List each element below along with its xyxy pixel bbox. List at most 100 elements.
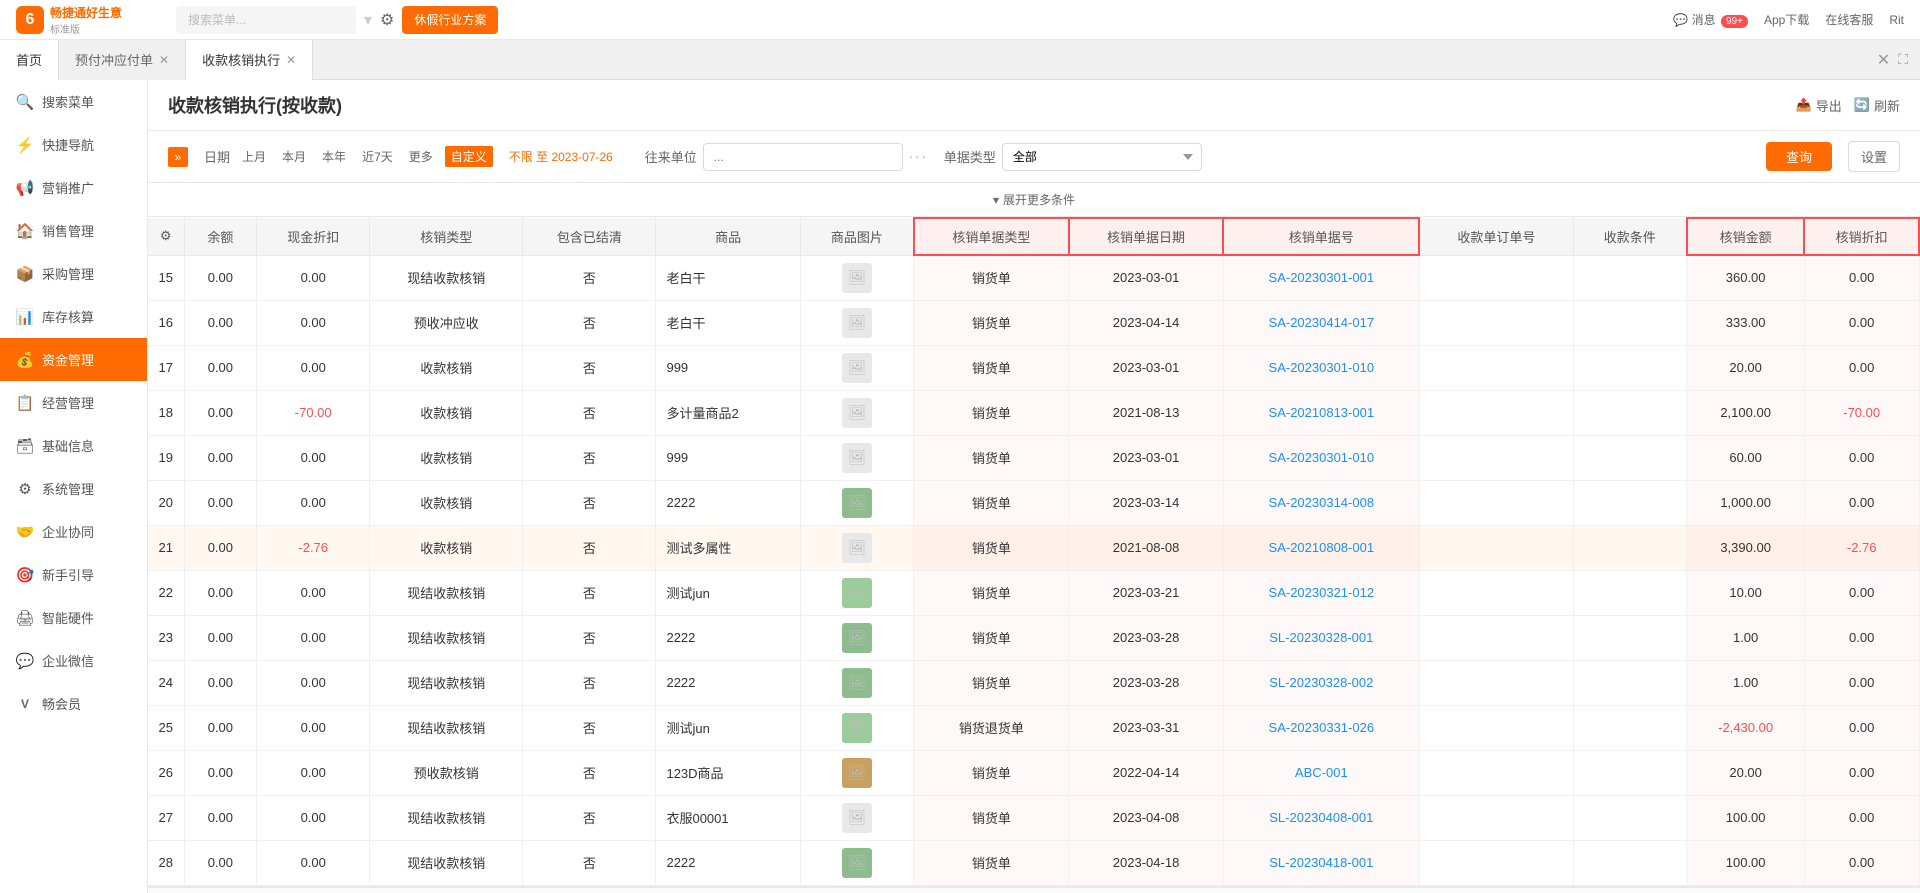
filter-settings-btn[interactable]: 设置: [1848, 141, 1900, 172]
date-btn-this-month[interactable]: 本月: [276, 146, 312, 167]
quicknav-icon: ⚡: [16, 136, 34, 154]
bill-no-link[interactable]: SA-20230301-010: [1269, 450, 1375, 465]
row-product: 2222: [656, 480, 800, 525]
marketing-icon: 📢: [16, 179, 34, 197]
purchase-icon: 📦: [16, 265, 34, 283]
refresh-btn[interactable]: 🔄 刷新: [1854, 96, 1900, 115]
sidebar-item-operations[interactable]: 📋 经营管理: [0, 381, 147, 424]
sidebar-item-member[interactable]: V 畅会员: [0, 682, 147, 725]
bill-no-link[interactable]: SA-20210808-001: [1269, 540, 1375, 555]
user-name[interactable]: Rit: [1889, 13, 1904, 27]
sidebar-item-sales[interactable]: 🏠 销售管理: [0, 209, 147, 252]
row-bill-no[interactable]: SA-20210813-001: [1223, 390, 1419, 435]
row-balance: 0.00: [184, 390, 257, 435]
row-bill-no[interactable]: SL-20230328-002: [1223, 660, 1419, 705]
bill-no-link[interactable]: SL-20230418-001: [1269, 855, 1373, 870]
bill-no-link[interactable]: ABC-001: [1295, 765, 1348, 780]
bill-no-link[interactable]: SA-20230331-026: [1269, 720, 1375, 735]
sidebar-item-quicknav[interactable]: ⚡ 快捷导航: [0, 123, 147, 166]
tab-verify[interactable]: 收款核销执行 ✕: [186, 40, 313, 80]
row-payment-cond: [1573, 525, 1687, 570]
sidebar-item-purchase[interactable]: 📦 采购管理: [0, 252, 147, 295]
table-row: 17 0.00 0.00 收款核销 否 999 🖼 销货单 2023-03-01…: [148, 345, 1919, 390]
close-window-icon[interactable]: ✕: [1877, 50, 1890, 70]
col-bill-type: 核销单据类型: [914, 218, 1069, 255]
row-bill-type: 销货单: [914, 480, 1069, 525]
row-bill-date: 2023-04-18: [1069, 840, 1224, 885]
table-area[interactable]: ⚙ 余额 现金折扣 核销类型 包含已结清 商品 商品图片 核销单据类型 核销单据…: [148, 217, 1920, 893]
partner-filter-group: 往来单位 ···: [645, 143, 928, 171]
maximize-icon[interactable]: ⛶: [1898, 51, 1908, 68]
expand-more-btn[interactable]: ▾ 展开更多条件: [993, 187, 1075, 212]
messages-btn[interactable]: 💬 消息 99+: [1673, 11, 1748, 28]
product-image-placeholder: 🖼: [842, 803, 872, 833]
filter-expand-btn[interactable]: »: [168, 147, 188, 167]
app-download-btn[interactable]: App下载: [1764, 11, 1809, 28]
date-range-text: 不限 至 2023-07-26: [509, 150, 613, 164]
row-bill-no[interactable]: SA-20230301-010: [1223, 345, 1419, 390]
tab-prepay[interactable]: 预付冲应付单 ✕: [59, 40, 186, 80]
sidebar-item-finance[interactable]: 💰 资金管理: [0, 338, 147, 381]
row-bill-no[interactable]: ABC-001: [1223, 750, 1419, 795]
row-bill-date: 2023-03-31: [1069, 705, 1224, 750]
bill-no-link[interactable]: SL-20230408-001: [1269, 810, 1373, 825]
bill-no-link[interactable]: SL-20230328-002: [1269, 675, 1373, 690]
sidebar-item-wechat[interactable]: 💬 企业微信: [0, 639, 147, 682]
row-bill-no[interactable]: SA-20230301-001: [1223, 255, 1419, 300]
row-bill-no[interactable]: SA-20230321-012: [1223, 570, 1419, 615]
bill-no-link[interactable]: SA-20230301-010: [1269, 360, 1375, 375]
row-product-img: 🖼: [800, 705, 914, 750]
row-payment-cond: [1573, 570, 1687, 615]
bill-no-link[interactable]: SA-20230301-001: [1269, 270, 1375, 285]
row-bill-no[interactable]: SA-20230314-008: [1223, 480, 1419, 525]
custom-date-btn[interactable]: 自定义: [445, 146, 493, 167]
row-bill-no[interactable]: SA-20230331-026: [1223, 705, 1419, 750]
product-image-placeholder: 🖼: [842, 533, 872, 563]
export-btn[interactable]: 📤 导出: [1796, 96, 1842, 115]
bill-no-link[interactable]: SA-20230321-012: [1269, 585, 1375, 600]
date-btn-more[interactable]: 更多: [403, 146, 439, 167]
row-bill-no[interactable]: SL-20230408-001: [1223, 795, 1419, 840]
tab-prepay-close[interactable]: ✕: [159, 53, 169, 67]
date-btn-7days[interactable]: 近7天: [356, 146, 399, 167]
row-bill-type: 销货单: [914, 390, 1069, 435]
sidebar-item-system[interactable]: ⚙ 系统管理: [0, 467, 147, 510]
bill-no-link[interactable]: SA-20210813-001: [1269, 405, 1375, 420]
industry-btn[interactable]: 休假行业方案: [402, 6, 498, 34]
sidebar-item-search[interactable]: 🔍 搜索菜单: [0, 80, 147, 123]
date-btn-this-year[interactable]: 本年: [316, 146, 352, 167]
bill-no-link[interactable]: SL-20230328-001: [1269, 630, 1373, 645]
row-bill-no[interactable]: SA-20210808-001: [1223, 525, 1419, 570]
sidebar-item-inventory[interactable]: 📊 库存核算: [0, 295, 147, 338]
row-order-no: [1419, 480, 1573, 525]
col-settings[interactable]: ⚙: [148, 218, 184, 255]
date-btn-last-month[interactable]: 上月: [236, 146, 272, 167]
sidebar-item-marketing[interactable]: 📢 营销推广: [0, 166, 147, 209]
partner-input[interactable]: [703, 143, 903, 171]
row-bill-no[interactable]: SL-20230328-001: [1223, 615, 1419, 660]
row-bill-no[interactable]: SA-20230414-017: [1223, 300, 1419, 345]
bill-type-filter-group: 单据类型 全部 销货单 销货退货单: [944, 143, 1202, 171]
row-bill-no[interactable]: SL-20230418-001: [1223, 840, 1419, 885]
row-bill-date: 2023-03-28: [1069, 615, 1224, 660]
sidebar-purchase-label: 采购管理: [42, 264, 94, 283]
bill-no-link[interactable]: SA-20230314-008: [1269, 495, 1375, 510]
row-bill-no[interactable]: SA-20230301-010: [1223, 435, 1419, 480]
row-order-no: [1419, 660, 1573, 705]
tab-home[interactable]: 首页: [0, 40, 59, 80]
row-payment-cond: [1573, 705, 1687, 750]
row-product: 衣服00001: [656, 795, 800, 840]
row-product-img: 🖼: [800, 300, 914, 345]
sidebar-item-hardware[interactable]: 🖨 智能硬件: [0, 596, 147, 639]
tab-verify-close[interactable]: ✕: [286, 53, 296, 67]
product-image-placeholder: 🖼: [842, 263, 872, 293]
row-verify-type: 收款核销: [370, 390, 523, 435]
sidebar-item-collab[interactable]: 🤝 企业协同: [0, 510, 147, 553]
sidebar-item-guide[interactable]: 🎯 新手引导: [0, 553, 147, 596]
bill-type-select[interactable]: 全部 销货单 销货退货单: [1002, 143, 1202, 171]
online-service-btn[interactable]: 在线客服: [1825, 11, 1873, 28]
query-btn[interactable]: 查询: [1766, 142, 1832, 171]
sidebar-item-basics[interactable]: 🗃 基础信息: [0, 424, 147, 467]
bill-no-link[interactable]: SA-20230414-017: [1269, 315, 1375, 330]
settings-icon[interactable]: ⚙: [380, 10, 394, 30]
